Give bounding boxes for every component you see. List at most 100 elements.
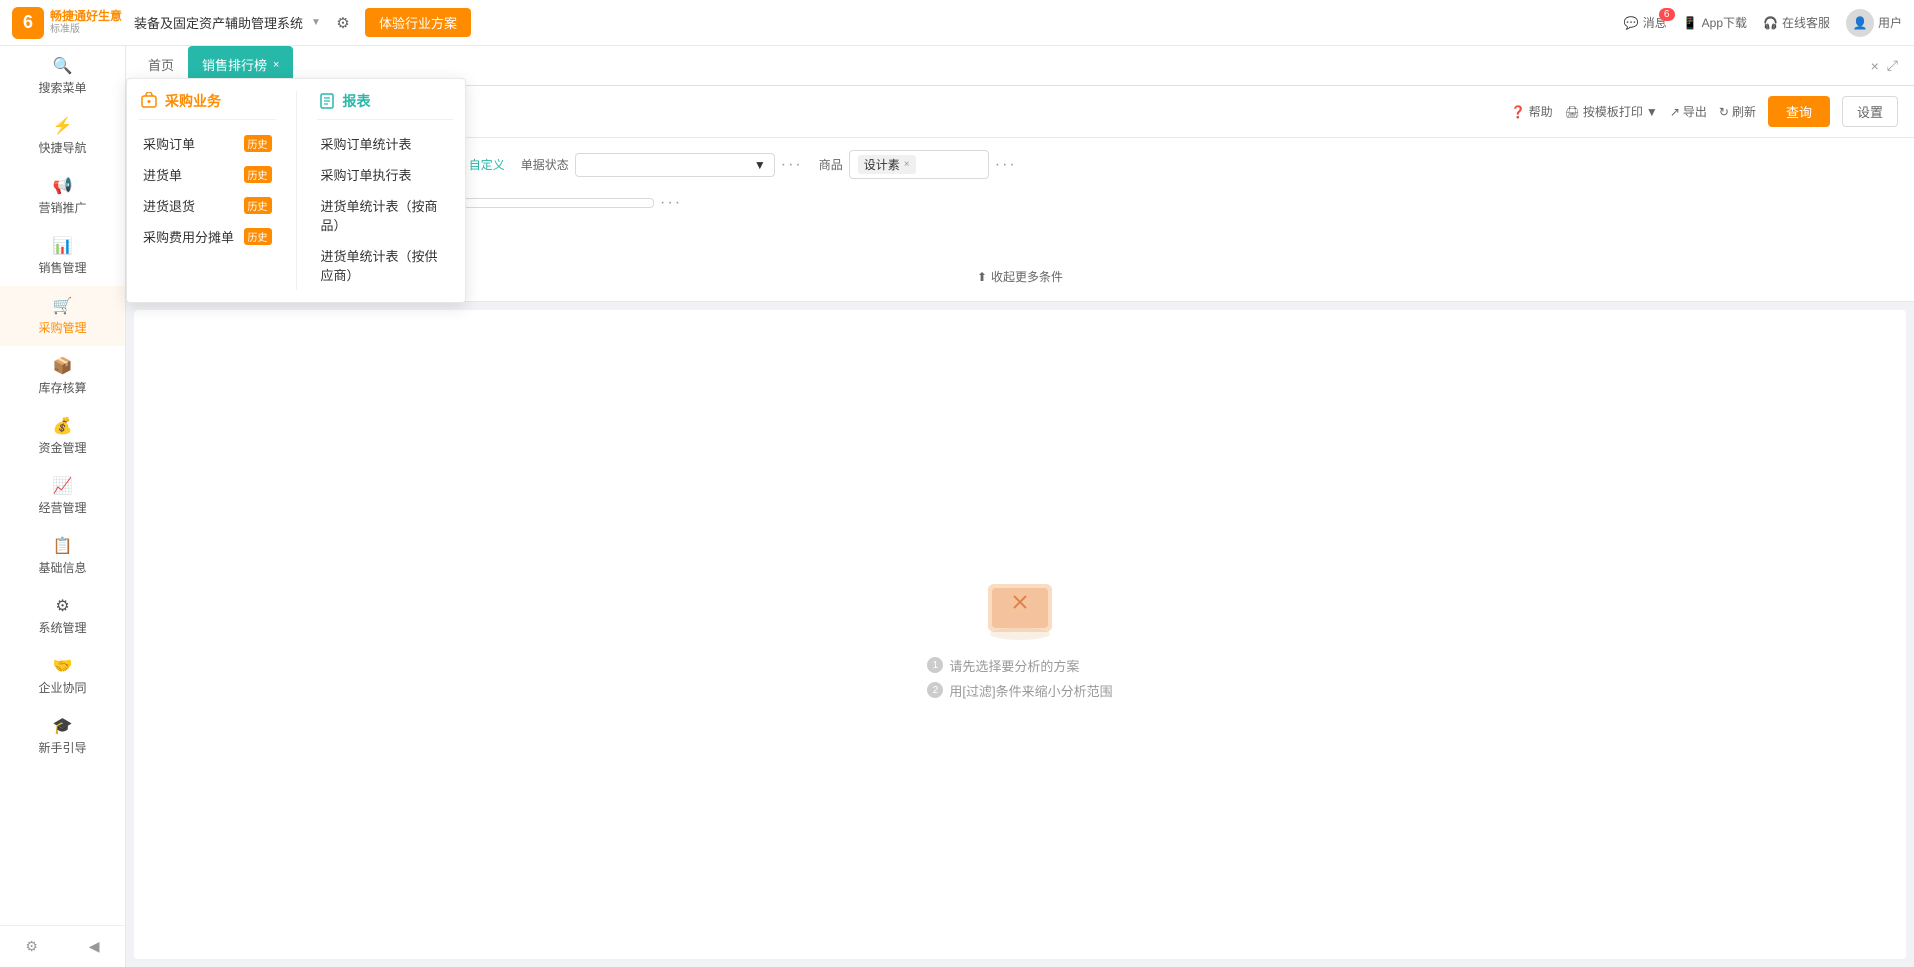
list-icon: 📋 — [53, 536, 73, 556]
menu-item-purchase-order-exec[interactable]: 采购订单执行表 — [317, 159, 454, 190]
setting-button[interactable]: 设置 — [1842, 96, 1898, 127]
settings-bottom-button[interactable]: ⚙ — [21, 934, 42, 959]
empty-tip-2: 2 用[过滤]条件来缩小分析范围 — [927, 681, 1112, 700]
fullscreen-icon[interactable]: ⤢ — [1887, 57, 1898, 74]
sidebar-item-quicknav[interactable]: ⚡ 快捷导航 — [0, 106, 125, 166]
empty-tip-1: 1 请先选择要分析的方案 — [927, 656, 1112, 675]
logo-sub: 标准版 — [50, 24, 122, 36]
gear-button[interactable]: ⚙ — [329, 9, 357, 37]
phone-icon: 📱 — [1683, 16, 1698, 30]
empty-svg — [970, 564, 1070, 644]
print-dropdown-arrow[interactable]: ▼ — [1646, 105, 1658, 119]
gear-sidebar-icon: ⚙ — [55, 596, 69, 616]
sidebar-item-enterprise[interactable]: 🤝 企业协同 — [0, 646, 125, 706]
history-badge-3[interactable]: 历史 — [244, 228, 272, 245]
notification-badge: 6 — [1659, 8, 1675, 21]
handshake-icon: 🤝 — [53, 656, 73, 676]
industry-button[interactable]: 体验行业方案 — [365, 8, 471, 37]
print-action[interactable]: 🖨 按模板打印 ▼ — [1565, 103, 1658, 120]
help-icon: ❓ — [1511, 105, 1526, 119]
system-title: 装备及固定资产辅助管理系统 — [134, 13, 303, 32]
purchase-business-title: 采购业务 — [139, 91, 276, 120]
goods-tag: 设计素 × — [858, 155, 916, 174]
close-window-icon[interactable]: × — [1871, 58, 1879, 74]
salesperson-dots[interactable]: ··· — [660, 194, 682, 212]
sidebar-item-finance[interactable]: 💰 资金管理 — [0, 406, 125, 466]
user-button[interactable]: 👤 用户 — [1846, 9, 1902, 37]
refresh-action[interactable]: ↻ 刷新 — [1719, 103, 1756, 120]
menu-item-purchase-order[interactable]: 采购订单 历史 — [139, 128, 276, 159]
status-label: 单据状态 — [521, 156, 569, 173]
menu-item-receipt-stats-supplier[interactable]: 进货单统计表（按供应商） — [317, 240, 454, 290]
lightning-icon: ⚡ — [53, 116, 73, 136]
system-dropdown-arrow[interactable]: ▼ — [311, 17, 321, 28]
menu-divider — [296, 91, 297, 290]
sidebar-item-sales[interactable]: 📊 销售管理 — [0, 226, 125, 286]
print-icon: 🖨 — [1565, 105, 1580, 119]
tab-close-button[interactable]: × — [273, 59, 279, 71]
query-button[interactable]: 查询 — [1768, 96, 1830, 127]
menu-item-expense[interactable]: 采购费用分摊单 历史 — [139, 221, 276, 252]
sidebar-bottom: ⚙ ◀ — [0, 925, 125, 967]
collapse-sidebar-button[interactable]: ◀ — [85, 934, 104, 959]
sidebar: 🔍 搜索菜单 ⚡ 快捷导航 📢 营销推广 📊 销售管理 🛒 采购管理 📦 — [0, 46, 126, 967]
graduate-icon: 🎓 — [53, 716, 73, 736]
status-dots[interactable]: ··· — [781, 156, 803, 174]
logo-main: 畅捷通好生意 — [50, 9, 122, 23]
app-download-button[interactable]: 📱 App下载 — [1683, 14, 1747, 31]
goods-input[interactable]: 设计素 × — [849, 150, 989, 179]
money-icon: 💰 — [53, 416, 73, 436]
menu-item-return[interactable]: 进货退货 历史 — [139, 190, 276, 221]
cart-icon: 🛒 — [53, 296, 73, 316]
menu-item-receipt[interactable]: 进货单 历史 — [139, 159, 276, 190]
empty-state: 1 请先选择要分析的方案 2 用[过滤]条件来缩小分析范围 — [134, 310, 1906, 959]
chart-icon: 📊 — [53, 236, 73, 256]
export-action[interactable]: ↗ 导出 — [1670, 103, 1707, 120]
goods-label: 商品 — [819, 156, 843, 173]
megaphone-icon: 📢 — [53, 176, 73, 196]
sidebar-item-purchase[interactable]: 🛒 采购管理 — [0, 286, 125, 346]
export-icon: ↗ — [1670, 105, 1680, 119]
help-action[interactable]: ❓ 帮助 — [1511, 103, 1553, 120]
notifications-button[interactable]: 💬 消息 6 — [1624, 14, 1667, 31]
top-center: 装备及固定资产辅助管理系统 ▼ ⚙ 体验行业方案 — [122, 8, 1624, 37]
collapse-up-icon: ⬆ — [977, 270, 987, 284]
purchase-dropdown-menu: 采购业务 采购订单 历史 进货单 历史 进货退货 历史 采购费用分摊单 历史 — [126, 78, 466, 303]
menu-item-purchase-order-stats[interactable]: 采购订单统计表 — [317, 128, 454, 159]
date-custom[interactable]: 自定义 — [469, 156, 505, 173]
sidebar-item-inventory[interactable]: 📦 库存核算 — [0, 346, 125, 406]
history-badge-0[interactable]: 历史 — [244, 135, 272, 152]
sidebar-item-search[interactable]: 🔍 搜索菜单 — [0, 46, 125, 106]
sidebar-item-marketing[interactable]: 📢 营销推广 — [0, 166, 125, 226]
logo-area: 6 畅捷通好生意 标准版 — [12, 7, 122, 39]
logo-text: 畅捷通好生意 标准版 — [50, 9, 122, 35]
sidebar-item-system[interactable]: ⚙ 系统管理 — [0, 586, 125, 646]
avatar: 👤 — [1846, 9, 1874, 37]
search-icon: 🔍 — [53, 56, 73, 76]
top-right: 💬 消息 6 📱 App下载 🎧 在线客服 👤 用户 — [1624, 9, 1902, 37]
menu-item-receipt-stats-goods[interactable]: 进货单统计表（按商品） — [317, 190, 454, 240]
goods-tag-close[interactable]: × — [904, 159, 910, 170]
sidebar-item-basic-info[interactable]: 📋 基础信息 — [0, 526, 125, 586]
purchase-business-col: 采购业务 采购订单 历史 进货单 历史 进货退货 历史 采购费用分摊单 历史 — [139, 91, 276, 290]
history-badge-2[interactable]: 历史 — [244, 197, 272, 214]
notification-icon: 💬 — [1624, 16, 1639, 30]
filter-status: 单据状态 ▼ ··· — [521, 153, 803, 177]
sidebar-item-operations[interactable]: 📈 经营管理 — [0, 466, 125, 526]
sidebar-item-guide[interactable]: 🎓 新手引导 — [0, 706, 125, 766]
online-service-button[interactable]: 🎧 在线客服 — [1763, 14, 1830, 31]
salesperson-input[interactable] — [454, 198, 654, 208]
box-icon: 📦 — [53, 356, 73, 376]
goods-dots[interactable]: ··· — [995, 156, 1017, 174]
top-bar: 6 畅捷通好生意 标准版 装备及固定资产辅助管理系统 ▼ ⚙ 体验行业方案 💬 … — [0, 0, 1914, 46]
status-input[interactable]: ▼ — [575, 153, 775, 177]
history-badge-1[interactable]: 历史 — [244, 166, 272, 183]
status-dropdown-arrow: ▼ — [754, 158, 766, 172]
empty-illustration — [970, 564, 1070, 644]
tab-expand-area: × ⤢ — [1871, 57, 1906, 74]
trending-icon: 📈 — [53, 476, 73, 496]
purchase-business-icon — [139, 91, 159, 111]
reports-icon — [317, 91, 337, 111]
logo-icon: 6 — [12, 7, 44, 39]
reports-col: 报表 采购订单统计表 采购订单执行表 进货单统计表（按商品） 进货单统计表（按供… — [317, 91, 454, 290]
